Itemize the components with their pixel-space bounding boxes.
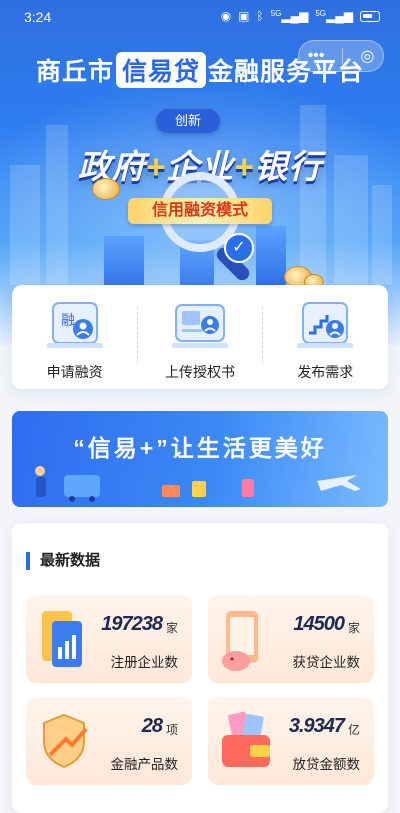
document-chart-icon: [42, 611, 82, 667]
stat-card[interactable]: 14500 家 获贷企业数: [208, 595, 374, 683]
more-icon[interactable]: •••: [308, 47, 325, 65]
check-icon: ✓: [224, 233, 254, 263]
stat-card[interactable]: 28 项 金融产品数: [26, 697, 192, 785]
wallet-money-icon: [222, 711, 270, 767]
signal-5g-icon-2: 5G▂▄▆: [315, 9, 353, 23]
stat-label: 注册企业数: [110, 655, 179, 670]
close-circle-icon[interactable]: ◎: [360, 46, 374, 66]
stat-unit: 项: [165, 723, 178, 737]
stat-value: 3.9347: [288, 715, 345, 737]
signal-5g-icon: 5G▂▄▆: [270, 9, 309, 23]
status-time: 3:24: [24, 9, 52, 25]
stat-unit: 家: [165, 621, 178, 635]
quick-action-publish-demand[interactable]: 发布需求: [263, 285, 388, 389]
promo-banner[interactable]: “信易+”让生活更美好: [12, 411, 388, 507]
section-title: 最新数据: [26, 552, 100, 570]
latest-data-section: 最新数据 197238 家 注册企业数 14500 家 获贷企业数 28 项 金…: [12, 523, 388, 813]
stat-label: 放贷金额数: [292, 757, 361, 772]
stat-value: 14500: [293, 613, 345, 635]
stat-unit: 家: [347, 621, 360, 635]
stat-unit: 亿: [347, 723, 360, 737]
mode-label: 信用融资模式: [128, 198, 272, 224]
shield-growth-icon: [43, 713, 88, 769]
stat-card[interactable]: 197238 家 注册企业数: [26, 595, 192, 683]
stat-label: 金融产品数: [110, 757, 179, 772]
quick-action-upload-authorization[interactable]: 上传授权书: [137, 285, 262, 389]
quick-action-apply-financing[interactable]: 融 申请融资: [12, 285, 137, 389]
publish-demand-icon: [297, 302, 354, 348]
stat-value: 197238: [101, 613, 163, 635]
innovation-tag: 创新: [156, 109, 220, 133]
bluetooth-icon: ᛒ: [256, 9, 264, 23]
phone-piggy-bank-icon: [222, 611, 258, 671]
capsule-menu[interactable]: ••• ◎: [298, 40, 384, 72]
status-bar: 3:24 ◉ ▣ ᛒ 5G▂▄▆ 5G▂▄▆: [0, 0, 400, 34]
quick-actions-card: 融 申请融资 上传授权书 发布需求: [12, 285, 388, 389]
upload-authorization-icon: [171, 304, 228, 348]
nfc-icon: ▣: [238, 9, 250, 23]
svg-text:融: 融: [61, 313, 75, 329]
stat-card[interactable]: 3.9347 亿 放贷金额数: [208, 697, 374, 785]
battery-icon: [360, 10, 380, 22]
stat-value: 28: [141, 715, 163, 737]
apply-financing-icon: 融: [46, 302, 103, 348]
eye-icon: ◉: [220, 9, 232, 23]
promo-illustration: [35, 466, 361, 502]
stat-label: 获贷企业数: [292, 655, 361, 670]
